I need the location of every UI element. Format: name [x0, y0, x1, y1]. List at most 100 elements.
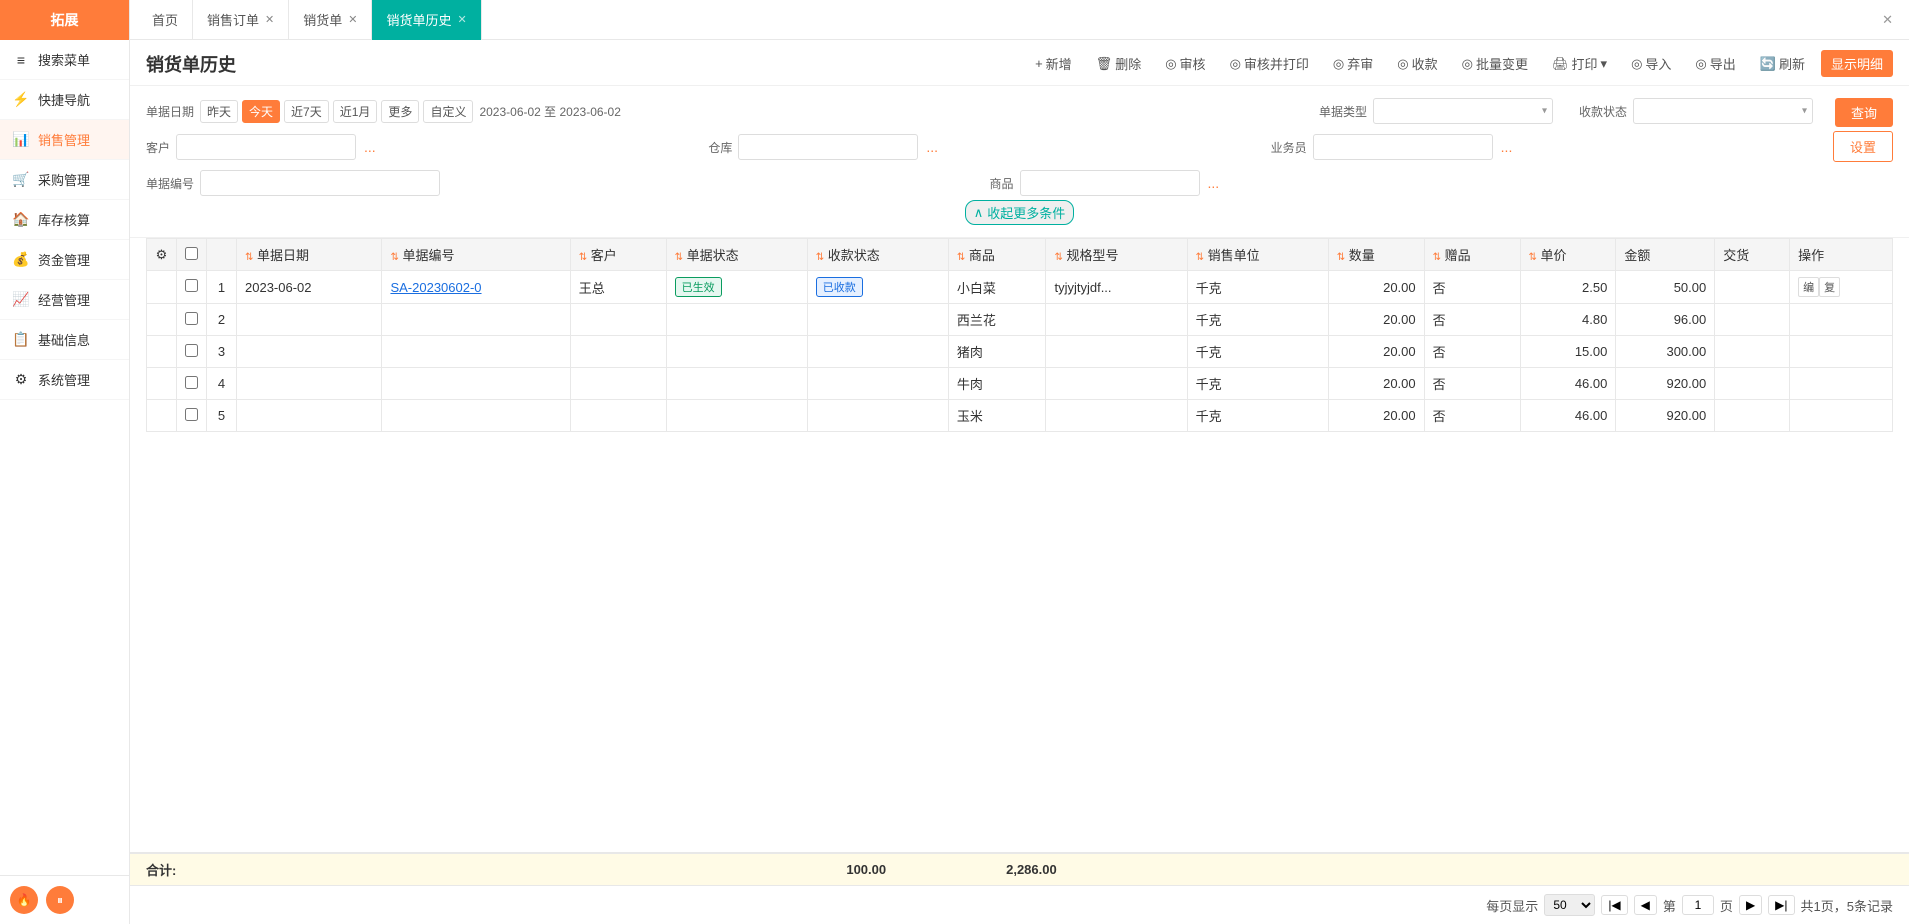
select-all-checkbox[interactable]	[185, 247, 198, 260]
collapse-label: 收起更多条件	[987, 203, 1065, 222]
th-action: 操作	[1790, 239, 1893, 271]
sidebar-bottom-fire-icon[interactable]: 🔥	[10, 886, 38, 914]
customer-input[interactable]	[176, 134, 356, 160]
customer-ellipsis-btn[interactable]: ...	[362, 139, 378, 155]
sidebar-item-purchase-mgmt[interactable]: 🛒 采购管理	[0, 160, 129, 200]
row-checkbox[interactable]	[185, 312, 198, 325]
row-doc-no[interactable]	[382, 336, 570, 368]
delete-button[interactable]: 🗑 删除	[1088, 50, 1150, 77]
review-print-button[interactable]: ◎ 审核并打印	[1222, 50, 1317, 77]
th-qty[interactable]: ⇅ 数量	[1328, 239, 1424, 271]
th-customer[interactable]: ⇅ 客户	[570, 239, 666, 271]
date-yesterday-btn[interactable]: 昨天	[200, 100, 238, 123]
warehouse-input[interactable]	[738, 134, 918, 160]
doc-type-label: 单据类型	[1319, 103, 1367, 120]
page-size-select[interactable]: 50 10 20 100	[1544, 894, 1595, 916]
row-gift: 否	[1424, 368, 1520, 400]
sidebar-item-sales-mgmt[interactable]: 📊 销售管理	[0, 120, 129, 160]
export-button[interactable]: ◎ 导出	[1687, 50, 1743, 77]
th-unit-price[interactable]: ⇅ 单价	[1520, 239, 1616, 271]
last-page-btn[interactable]: ▶|	[1768, 895, 1794, 915]
filter-group-customer: 客户 ...	[146, 134, 688, 160]
collect-status-select[interactable]	[1633, 98, 1813, 124]
sidebar-item-funds-mgmt[interactable]: 💰 资金管理	[0, 240, 129, 280]
review-button[interactable]: ◎ 审核	[1157, 50, 1213, 77]
page-title: 销货单历史	[146, 51, 236, 77]
th-gear[interactable]: ⚙	[147, 239, 177, 271]
sidebar-item-quick-nav[interactable]: ⚡ 快捷导航	[0, 80, 129, 120]
warehouse-ellipsis-btn[interactable]: ...	[924, 139, 940, 155]
first-page-btn[interactable]: |◀	[1601, 895, 1627, 915]
row-doc-no[interactable]: SA-20230602-0	[382, 271, 570, 304]
tab-home[interactable]: 首页	[138, 0, 193, 40]
tab-sales-goods-history-close[interactable]: ✕	[458, 13, 467, 26]
sidebar-item-search-menu[interactable]: ≡ 搜索菜单	[0, 40, 129, 80]
setting-button[interactable]: 设置	[1833, 131, 1893, 162]
th-doc-no[interactable]: ⇅ 单据编号	[382, 239, 570, 271]
tab-sales-goods-close[interactable]: ✕	[348, 13, 357, 26]
date-1month-btn[interactable]: 近1月	[333, 100, 378, 123]
page-size-label: 每页显示	[1486, 896, 1538, 915]
goods-input[interactable]	[1020, 170, 1200, 196]
collect-button[interactable]: ◎ 收款	[1389, 50, 1445, 77]
row-doc-no[interactable]	[382, 304, 570, 336]
sidebar-item-basic-info[interactable]: 📋 基础信息	[0, 320, 129, 360]
th-date[interactable]: ⇅ 单据日期	[237, 239, 382, 271]
row-checkbox[interactable]	[185, 344, 198, 357]
staff-ellipsis-btn[interactable]: ...	[1499, 139, 1515, 155]
row-gear	[147, 400, 177, 432]
row-edit-btn[interactable]: 编	[1798, 277, 1819, 297]
tab-sales-goods-history[interactable]: 销货单历史 ✕	[372, 0, 481, 40]
sidebar-item-system-mgmt[interactable]: ⚙ 系统管理	[0, 360, 129, 400]
print-button[interactable]: 🖨 打印 ▾	[1544, 50, 1615, 77]
th-gift[interactable]: ⇅ 赠品	[1424, 239, 1520, 271]
staff-input[interactable]	[1313, 134, 1493, 160]
row-transaction	[1715, 336, 1790, 368]
query-button[interactable]: 查询	[1835, 98, 1893, 127]
sort-gift-icon: ⇅	[1433, 252, 1441, 263]
date-7days-btn[interactable]: 近7天	[284, 100, 329, 123]
row-checkbox[interactable]	[185, 376, 198, 389]
row-action	[1790, 336, 1893, 368]
refresh-button[interactable]: 🔄 刷新	[1752, 50, 1813, 77]
th-collect-status[interactable]: ⇅ 收款状态	[807, 239, 948, 271]
tab-bar-end[interactable]: ✕	[1874, 12, 1901, 28]
tab-sales-order-label: 销售订单	[207, 10, 259, 29]
row-checkbox[interactable]	[185, 279, 198, 292]
row-copy-btn[interactable]: 复	[1819, 277, 1840, 297]
tab-close-all-icon: ✕	[1882, 12, 1893, 28]
import-button[interactable]: ◎ 导入	[1623, 50, 1679, 77]
show-detail-button[interactable]: 显示明细	[1821, 50, 1893, 77]
th-doc-status[interactable]: ⇅ 单据状态	[666, 239, 807, 271]
row-doc-no[interactable]	[382, 368, 570, 400]
doc-type-select[interactable]	[1373, 98, 1553, 124]
row-doc-no[interactable]	[382, 400, 570, 432]
doc-no-input[interactable]	[200, 170, 440, 196]
row-checkbox-cell	[177, 336, 207, 368]
staff-label: 业务员	[1271, 139, 1307, 156]
tab-sales-order-close[interactable]: ✕	[265, 13, 274, 26]
funds-mgmt-icon: 💰	[12, 251, 30, 268]
page-input[interactable]	[1682, 895, 1714, 915]
batch-change-button[interactable]: ◎ 批量变更	[1454, 50, 1536, 77]
tab-sales-goods[interactable]: 销货单 ✕	[289, 0, 372, 40]
doc-no-link[interactable]: SA-20230602-0	[390, 280, 481, 295]
sidebar-bottom-pause-icon[interactable]: ⏸	[46, 886, 74, 914]
goods-ellipsis-btn[interactable]: ...	[1206, 175, 1222, 191]
next-page-btn[interactable]: ▶	[1739, 895, 1762, 915]
collapse-btn[interactable]: ∧ 收起更多条件	[965, 200, 1075, 225]
new-button[interactable]: + 新增	[1027, 50, 1080, 77]
th-spec[interactable]: ⇅ 规格型号	[1046, 239, 1187, 271]
tab-sales-order[interactable]: 销售订单 ✕	[193, 0, 289, 40]
th-checkbox[interactable]	[177, 239, 207, 271]
abandon-button[interactable]: ◎ 弃审	[1325, 50, 1381, 77]
date-more-btn[interactable]: 更多	[381, 100, 419, 123]
date-today-btn[interactable]: 今天	[242, 100, 280, 123]
th-goods[interactable]: ⇅ 商品	[948, 239, 1046, 271]
prev-page-btn[interactable]: ◀	[1634, 895, 1657, 915]
sidebar-item-inventory-calc[interactable]: 🏠 库存核算	[0, 200, 129, 240]
sidebar-item-operations-mgmt[interactable]: 📈 经营管理	[0, 280, 129, 320]
th-unit[interactable]: ⇅ 销售单位	[1187, 239, 1328, 271]
row-checkbox[interactable]	[185, 408, 198, 421]
date-custom-btn[interactable]: 自定义	[423, 100, 473, 123]
